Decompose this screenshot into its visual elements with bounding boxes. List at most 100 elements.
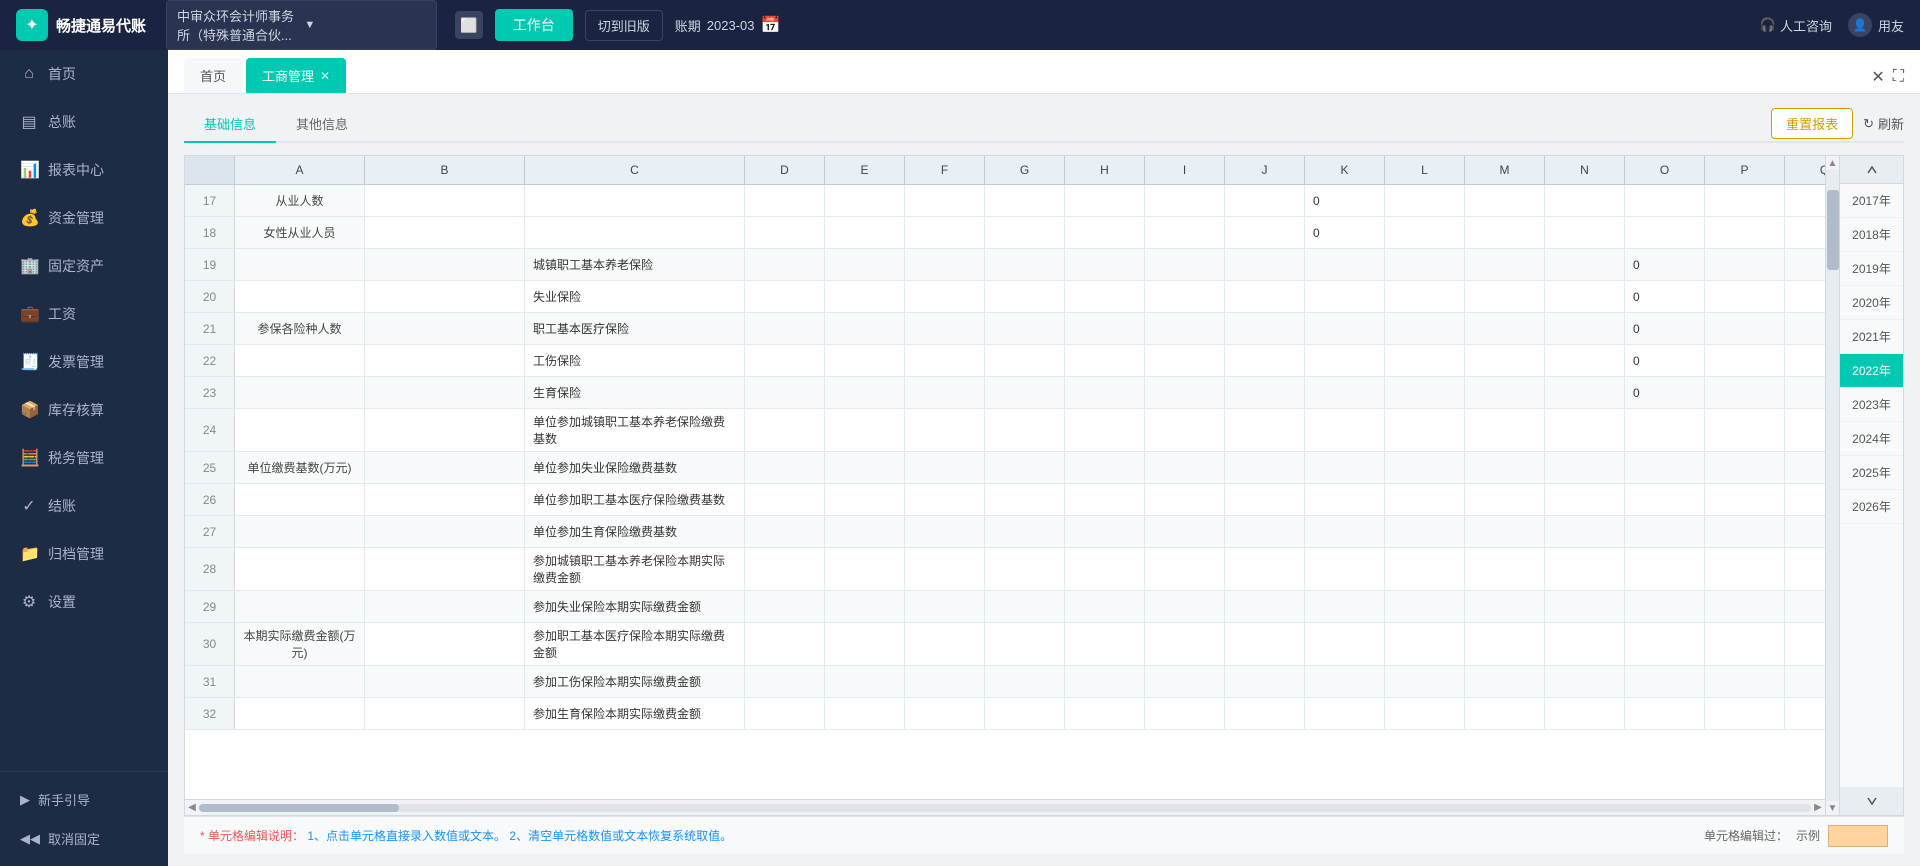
cell-25-p[interactable] bbox=[1705, 452, 1785, 483]
cell-25-i[interactable] bbox=[1145, 452, 1225, 483]
cell-24-n[interactable] bbox=[1545, 409, 1625, 451]
cell-25-d[interactable] bbox=[745, 452, 825, 483]
cell-24-e[interactable] bbox=[825, 409, 905, 451]
cell-19-i[interactable] bbox=[1145, 249, 1225, 280]
cell-22-p[interactable] bbox=[1705, 345, 1785, 376]
cell-18-l[interactable] bbox=[1385, 217, 1465, 248]
cell-22-i[interactable] bbox=[1145, 345, 1225, 376]
cell-30-b[interactable] bbox=[365, 623, 525, 665]
cell-23-a[interactable] bbox=[235, 377, 365, 408]
tab-other-info[interactable]: 其他信息 bbox=[276, 106, 368, 143]
cell-20-e[interactable] bbox=[825, 281, 905, 312]
cell-19-e[interactable] bbox=[825, 249, 905, 280]
cell-23-g[interactable] bbox=[985, 377, 1065, 408]
cell-19-a[interactable] bbox=[235, 249, 365, 280]
cell-17-f[interactable] bbox=[905, 185, 985, 216]
cell-20-m[interactable] bbox=[1465, 281, 1545, 312]
cell-21-h[interactable] bbox=[1065, 313, 1145, 344]
unpin-button[interactable]: ◀◀ 取消固定 bbox=[20, 823, 148, 854]
cell-18-g[interactable] bbox=[985, 217, 1065, 248]
year-item-2024[interactable]: 2024年 bbox=[1840, 422, 1903, 456]
cell-25-n[interactable] bbox=[1545, 452, 1625, 483]
cell-24-a[interactable] bbox=[235, 409, 365, 451]
cell-27-l[interactable] bbox=[1385, 516, 1465, 547]
cell-29-i[interactable] bbox=[1145, 591, 1225, 622]
cell-27-a[interactable] bbox=[235, 516, 365, 547]
cell-32-n[interactable] bbox=[1545, 698, 1625, 729]
cell-18-m[interactable] bbox=[1465, 217, 1545, 248]
cell-18-k[interactable]: 0 bbox=[1305, 217, 1385, 248]
cell-26-n[interactable] bbox=[1545, 484, 1625, 515]
v-scroll-thumb[interactable] bbox=[1827, 190, 1839, 270]
cell-18-p[interactable] bbox=[1705, 217, 1785, 248]
cell-31-j[interactable] bbox=[1225, 666, 1305, 697]
cell-23-p[interactable] bbox=[1705, 377, 1785, 408]
cell-23-e[interactable] bbox=[825, 377, 905, 408]
cell-29-k[interactable] bbox=[1305, 591, 1385, 622]
cell-29-b[interactable] bbox=[365, 591, 525, 622]
cell-27-b[interactable] bbox=[365, 516, 525, 547]
year-item-2020[interactable]: 2020年 bbox=[1840, 286, 1903, 320]
cell-28-g[interactable] bbox=[985, 548, 1065, 590]
cell-22-b[interactable] bbox=[365, 345, 525, 376]
cell-31-l[interactable] bbox=[1385, 666, 1465, 697]
newbie-guide-button[interactable]: ▶ 新手引导 bbox=[20, 784, 148, 815]
cell-20-c[interactable]: 失业保险 bbox=[525, 281, 745, 312]
sidebar-item-tax[interactable]: 🧮 税务管理 bbox=[0, 434, 168, 482]
cell-29-g[interactable] bbox=[985, 591, 1065, 622]
cell-18-i[interactable] bbox=[1145, 217, 1225, 248]
cell-23-d[interactable] bbox=[745, 377, 825, 408]
cell-25-b[interactable] bbox=[365, 452, 525, 483]
cell-19-j[interactable] bbox=[1225, 249, 1305, 280]
cell-21-a[interactable]: 参保各险种人数 bbox=[235, 313, 365, 344]
calendar-icon[interactable]: 📅 bbox=[761, 15, 781, 35]
cell-29-n[interactable] bbox=[1545, 591, 1625, 622]
cell-31-k[interactable] bbox=[1305, 666, 1385, 697]
cell-29-q[interactable] bbox=[1785, 591, 1825, 622]
cell-32-g[interactable] bbox=[985, 698, 1065, 729]
cell-20-o[interactable]: 0 bbox=[1625, 281, 1705, 312]
cell-22-a[interactable] bbox=[235, 345, 365, 376]
cell-27-i[interactable] bbox=[1145, 516, 1225, 547]
cell-30-q[interactable] bbox=[1785, 623, 1825, 665]
cell-17-e[interactable] bbox=[825, 185, 905, 216]
cell-26-h[interactable] bbox=[1065, 484, 1145, 515]
cell-20-l[interactable] bbox=[1385, 281, 1465, 312]
cell-24-c[interactable]: 单位参加城镇职工基本养老保险缴费基数 bbox=[525, 409, 745, 451]
tab-commerce[interactable]: 工商管理 ✕ bbox=[246, 58, 346, 93]
cell-32-j[interactable] bbox=[1225, 698, 1305, 729]
cell-18-o[interactable] bbox=[1625, 217, 1705, 248]
cell-32-c[interactable]: 参加生育保险本期实际缴费金额 bbox=[525, 698, 745, 729]
cell-31-d[interactable] bbox=[745, 666, 825, 697]
cell-31-i[interactable] bbox=[1145, 666, 1225, 697]
cell-18-a[interactable]: 女性从业人员 bbox=[235, 217, 365, 248]
cell-28-n[interactable] bbox=[1545, 548, 1625, 590]
cell-32-p[interactable] bbox=[1705, 698, 1785, 729]
cell-25-a[interactable]: 单位缴费基数(万元) bbox=[235, 452, 365, 483]
year-item-2026[interactable]: 2026年 bbox=[1840, 490, 1903, 524]
cell-30-p[interactable] bbox=[1705, 623, 1785, 665]
cell-20-d[interactable] bbox=[745, 281, 825, 312]
cell-17-m[interactable] bbox=[1465, 185, 1545, 216]
cell-32-b[interactable] bbox=[365, 698, 525, 729]
cell-24-k[interactable] bbox=[1305, 409, 1385, 451]
cell-28-b[interactable] bbox=[365, 548, 525, 590]
scroll-left-btn[interactable]: ◀ bbox=[185, 802, 199, 813]
cell-28-c[interactable]: 参加城镇职工基本养老保险本期实际缴费金额 bbox=[525, 548, 745, 590]
cell-29-a[interactable] bbox=[235, 591, 365, 622]
window-maximize-icon[interactable]: ⛶ bbox=[1893, 68, 1904, 86]
cell-17-d[interactable] bbox=[745, 185, 825, 216]
cell-19-h[interactable] bbox=[1065, 249, 1145, 280]
cell-18-e[interactable] bbox=[825, 217, 905, 248]
cell-31-m[interactable] bbox=[1465, 666, 1545, 697]
cell-21-p[interactable] bbox=[1705, 313, 1785, 344]
scroll-thumb[interactable] bbox=[199, 804, 399, 812]
cell-21-e[interactable] bbox=[825, 313, 905, 344]
user-area[interactable]: 👤 用友 bbox=[1848, 13, 1904, 37]
cell-23-n[interactable] bbox=[1545, 377, 1625, 408]
cell-26-l[interactable] bbox=[1385, 484, 1465, 515]
cell-28-q[interactable] bbox=[1785, 548, 1825, 590]
reset-report-button[interactable]: 重置报表 bbox=[1771, 108, 1853, 139]
cell-21-g[interactable] bbox=[985, 313, 1065, 344]
year-item-2017[interactable]: 2017年 bbox=[1840, 184, 1903, 218]
